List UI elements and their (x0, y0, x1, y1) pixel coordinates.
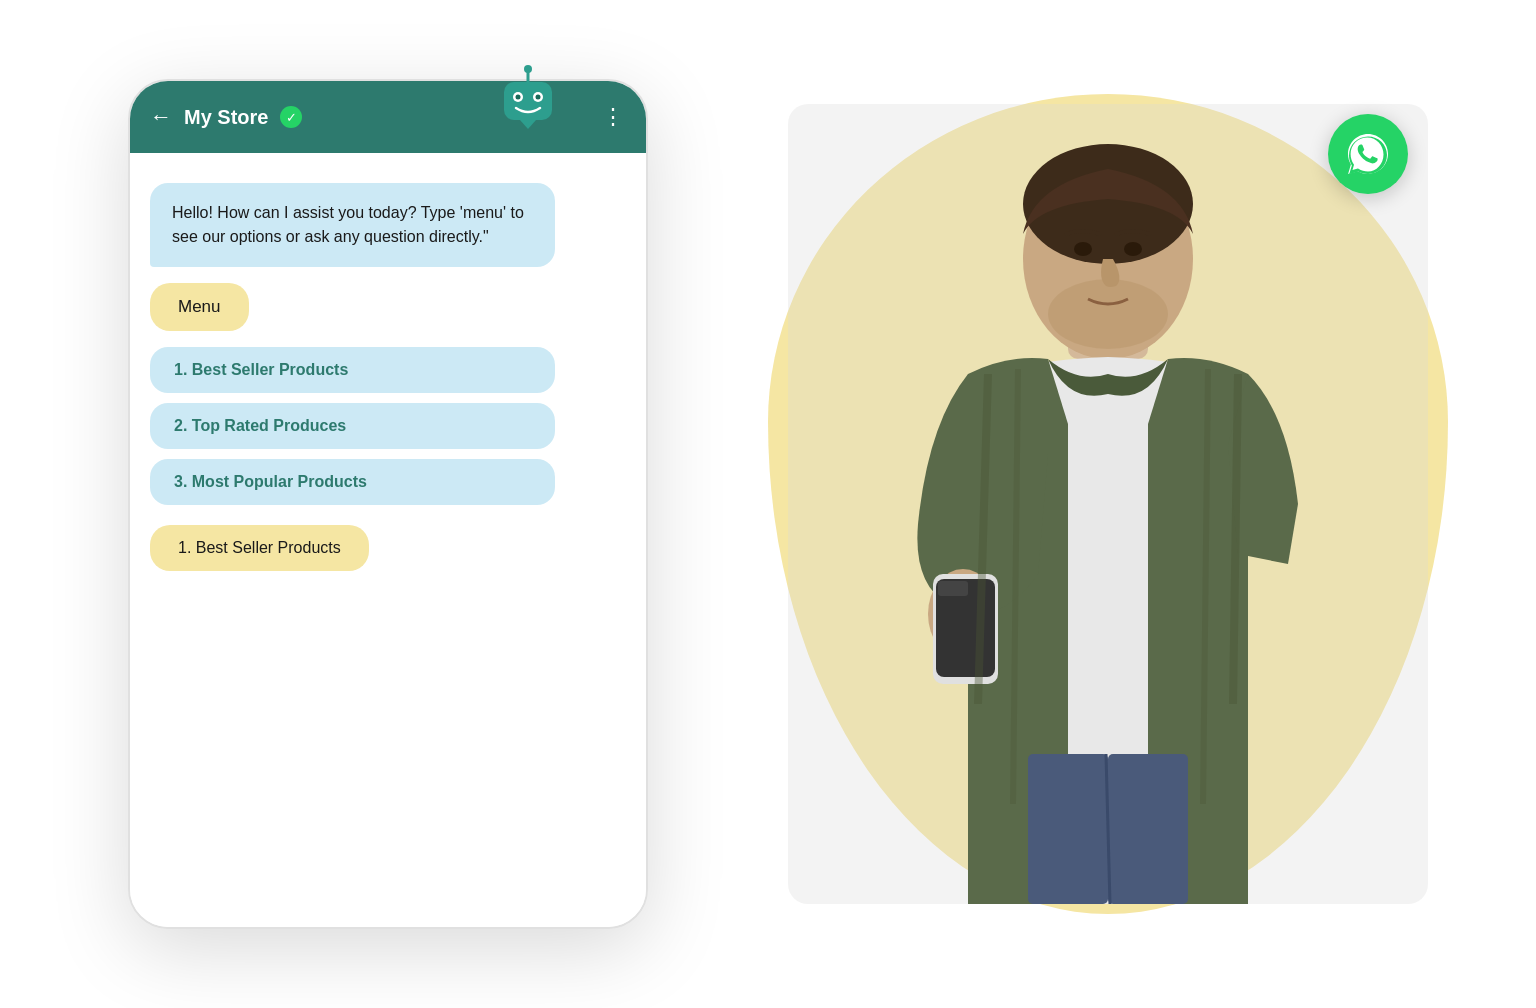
robot-icon (488, 64, 568, 144)
chat-header: ← My Store ✓ ⋮ (130, 81, 646, 153)
svg-point-6 (536, 95, 541, 100)
bot-greeting-bubble: Hello! How can I assist you today? Type … (150, 183, 555, 267)
menu-option-1-text: 1. Best Seller Products (174, 361, 348, 378)
menu-option-2-text: 2. Top Rated Produces (174, 417, 346, 434)
svg-rect-23 (1108, 754, 1188, 904)
user-menu-bubble: Menu (150, 283, 249, 331)
phone-frame: ← My Store ✓ ⋮ Hello! How can I assist y… (128, 79, 648, 929)
page-container: ← My Store ✓ ⋮ Hello! How can I assist y… (0, 0, 1536, 1008)
back-button[interactable]: ← (150, 104, 172, 130)
whatsapp-float-icon[interactable] (1328, 114, 1408, 194)
menu-option-3-text: 3. Most Popular Products (174, 473, 367, 490)
menu-option-3[interactable]: 3. Most Popular Products (150, 459, 555, 505)
verified-badge: ✓ (280, 106, 302, 128)
svg-point-12 (1074, 242, 1092, 256)
menu-option-1[interactable]: 1. Best Seller Products (150, 347, 555, 393)
chat-body: Hello! How can I assist you today? Type … (130, 153, 646, 927)
header-left: ← My Store ✓ (150, 104, 302, 130)
svg-line-21 (1233, 374, 1238, 704)
user-reply-text: 1. Best Seller Products (178, 539, 341, 556)
svg-rect-2 (504, 82, 552, 120)
svg-point-13 (1124, 242, 1142, 256)
more-options-button[interactable]: ⋮ (602, 104, 626, 130)
store-name: My Store (184, 106, 268, 129)
left-section: ← My Store ✓ ⋮ Hello! How can I assist y… (48, 54, 728, 954)
user-reply-bubble: 1. Best Seller Products (150, 525, 369, 571)
user-menu-text: Menu (178, 297, 221, 316)
menu-option-2[interactable]: 2. Top Rated Produces (150, 403, 555, 449)
menu-options-list: 1. Best Seller Products 2. Top Rated Pro… (150, 347, 555, 505)
svg-point-5 (516, 95, 521, 100)
svg-point-1 (524, 65, 532, 73)
svg-point-11 (1048, 279, 1168, 349)
bot-greeting-text: Hello! How can I assist you today? Type … (172, 204, 524, 245)
whatsapp-icon (1344, 130, 1392, 178)
svg-rect-17 (938, 581, 968, 596)
right-section (728, 54, 1488, 954)
svg-rect-22 (1028, 754, 1108, 904)
person-photo (788, 104, 1428, 904)
